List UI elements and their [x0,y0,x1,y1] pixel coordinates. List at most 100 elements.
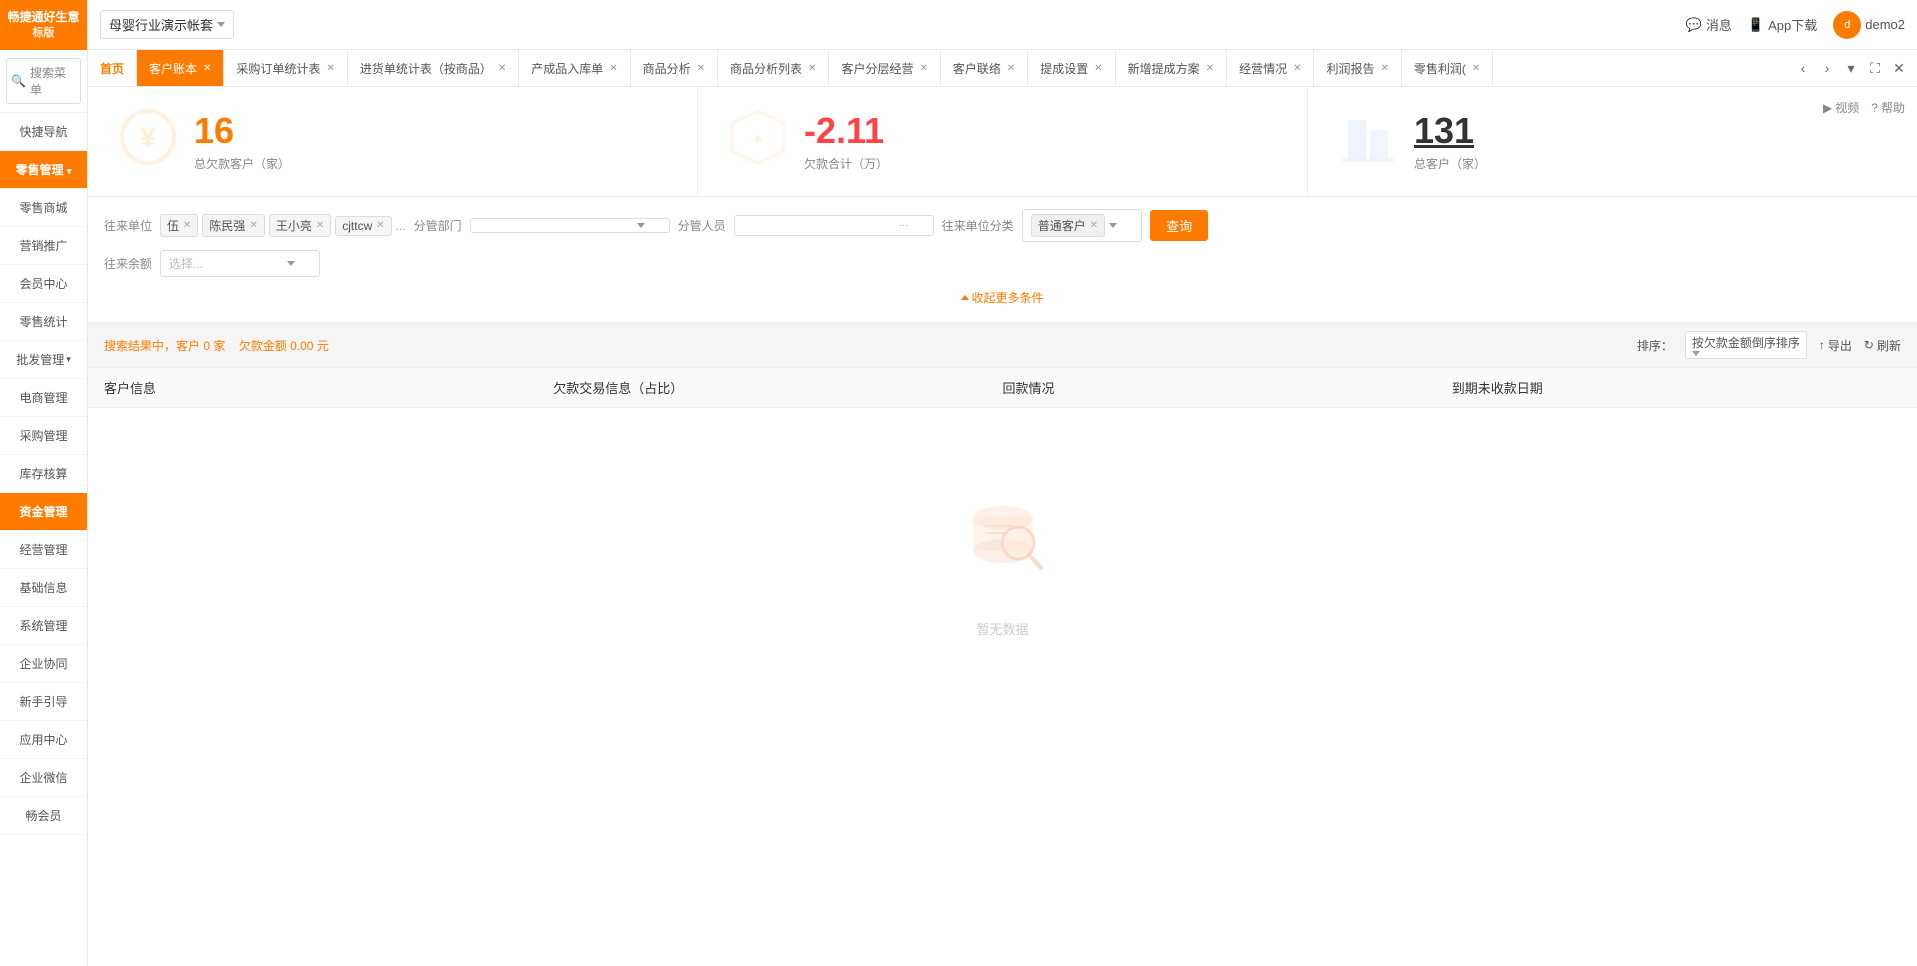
tab-close-all-button[interactable]: ✕ [1889,58,1909,78]
sidebar-item-retail-mall[interactable]: 零售商城 [0,189,87,227]
sidebar-item-enterprise-wx[interactable]: 企业微信 [0,759,87,797]
table-col-arrears-info: 欠款交易信息（占比） [553,378,1002,397]
results-info: 搜索结果中，客户 0 家 欠款金额 0.00 元 [104,337,329,354]
tab-prev-button[interactable]: ‹ [1793,58,1813,78]
tab-customer-segment[interactable]: 客户分层经营 ✕ [829,50,940,86]
tab-close-retail-profit[interactable]: ✕ [1472,63,1480,74]
sidebar-item-capital-mgmt[interactable]: 资金管理 [0,493,87,531]
app-download-button[interactable]: 📱 App下载 [1748,15,1817,34]
category-tag-close[interactable]: ✕ [1090,220,1098,231]
app-logo: 畅捷通好生意 标版 [0,0,87,50]
sidebar-item-sys-mgmt[interactable]: 系统管理 [0,607,87,645]
tab-close-cost-entry[interactable]: ✕ [609,63,617,74]
building-icon [1338,110,1398,173]
tab-home[interactable]: 首页 [88,50,137,86]
filter-tag-close-wu[interactable]: ✕ [183,220,191,231]
tab-cost-entry[interactable]: 产成品入库单 ✕ [519,50,630,86]
sidebar-item-ecommerce-mgmt[interactable]: 电商管理 [0,379,87,417]
tab-close-biz-situation[interactable]: ✕ [1293,63,1301,74]
filter-tag-close-cjttcw[interactable]: ✕ [376,220,384,231]
tab-close-customer-segment[interactable]: ✕ [919,63,927,74]
search-menu-button[interactable]: 🔍 搜索菜单 [6,58,81,104]
sidebar-item-app-center[interactable]: 应用中心 [0,721,87,759]
category-tag-normal[interactable]: 普通客户 ✕ [1031,214,1105,237]
user-avatar-button[interactable]: d demo2 [1833,11,1905,39]
filter-tag-wang[interactable]: 王小亮 ✕ [269,214,331,237]
tab-biz-situation[interactable]: 经营情况 ✕ [1227,50,1314,86]
results-actions: 排序： 按欠款金额倒序排序 ↑ 导出 ↻ 刷新 [1637,331,1901,359]
tab-new-raise-plan[interactable]: 新增提成方案 ✕ [1116,50,1227,86]
tab-close-goods-analysis-list[interactable]: ✕ [808,63,816,74]
sidebar-item-retail-mgmt[interactable]: 零售管理 ▾ [0,151,87,189]
tab-close-raise-setting[interactable]: ✕ [1094,63,1102,74]
sidebar-item-new-guide[interactable]: 新手引导 [0,683,87,721]
svg-text:✦: ✦ [751,132,764,149]
tab-fullscreen-button[interactable]: ⛶ [1865,58,1885,78]
topbar: 母婴行业演示帐套 💬 消息 📱 App下载 d demo2 [88,0,1917,50]
filter-area: 往来单位 伍 ✕ 陈民强 ✕ 王小亮 ✕ [88,197,1917,323]
stat-text-customers: 16 总欠款客户（家） [194,111,290,172]
tab-profit-report[interactable]: 利润报告 ✕ [1314,50,1401,86]
sidebar-item-ops-mgmt[interactable]: 经营管理 [0,531,87,569]
quick-nav-item[interactable]: 快捷导航 [0,113,87,151]
filter-tag-close-wang[interactable]: ✕ [316,220,324,231]
person-filter-select[interactable]: ··· [734,215,934,236]
balance-filter-label: 往来余额 [104,255,152,272]
tab-retail-profit[interactable]: 零售利润( ✕ [1402,50,1493,86]
tab-menu-button[interactable]: ▾ [1841,58,1861,78]
tab-close-customer-capital[interactable]: ✕ [203,63,211,74]
filter-tag-cjttcw[interactable]: cjttcw ✕ [335,216,391,236]
filter-tag-close-chen[interactable]: ✕ [249,220,257,231]
filter-tag-chen[interactable]: 陈民强 ✕ [202,214,264,237]
account-selector[interactable]: 母婴行业演示帐套 [100,10,234,39]
tab-next-button[interactable]: › [1817,58,1837,78]
tab-customer-capital[interactable]: 客户账本 ✕ [137,50,224,86]
stat-card-total-customers: ¥ 16 总欠款客户（家） [88,87,698,196]
filter-tag-wu[interactable]: 伍 ✕ [160,214,198,237]
sidebar-search-area: 🔍 搜索菜单 [0,50,87,113]
results-bar: 搜索结果中，客户 0 家 欠款金额 0.00 元 排序： 按欠款金额倒序排序 [88,323,1917,368]
tab-raise-setting[interactable]: 提成设置 ✕ [1028,50,1115,86]
tab-close-profit-report[interactable]: ✕ [1381,63,1389,74]
topbar-right: 💬 消息 📱 App下载 d demo2 [1686,11,1905,39]
sidebar-item-basic-info[interactable]: 基础信息 [0,569,87,607]
tab-close-new-raise-plan[interactable]: ✕ [1206,63,1214,74]
category-filter-select[interactable]: 普通客户 ✕ [1022,209,1142,242]
tab-goods-stats[interactable]: 进货单统计表（按商品） ✕ [348,50,519,86]
category-chevron-icon [1109,223,1117,228]
sidebar-item-marketing[interactable]: 营销推广 [0,227,87,265]
filter-row-1: 往来单位 伍 ✕ 陈民强 ✕ 王小亮 ✕ [104,209,1901,242]
svg-text:¥: ¥ [140,122,156,153]
tab-close-goods-analysis[interactable]: ✕ [697,63,705,74]
filter-collapse-button[interactable]: 收起更多条件 [961,289,1043,306]
sidebar-item-retail-stats[interactable]: 零售统计 [0,303,87,341]
export-button[interactable]: ↑ 导出 [1819,337,1852,354]
refresh-button[interactable]: ↻ 刷新 [1864,337,1901,354]
stat-number-arrears: -2.11 [804,111,888,151]
tab-goods-analysis-list[interactable]: 商品分析列表 ✕ [718,50,829,86]
sort-select[interactable]: 按欠款金额倒序排序 [1685,331,1807,359]
sidebar-item-member-center[interactable]: 会员中心 [0,265,87,303]
tab-close-purchase-order[interactable]: ✕ [326,63,334,74]
tab-purchase-order-stats[interactable]: 采购订单统计表 ✕ [224,50,347,86]
content-area: ▶ 视频 ? 帮助 ¥ [88,87,1917,966]
dept-filter-select[interactable] [470,218,670,233]
sidebar-item-enterprise-collab[interactable]: 企业协同 [0,645,87,683]
message-button[interactable]: 💬 消息 [1686,15,1732,34]
tab-customer-contact[interactable]: 客户联络 ✕ [941,50,1028,86]
dept-filter-label: 分管部门 [414,217,462,234]
tab-close-customer-contact[interactable]: ✕ [1007,63,1015,74]
filter-more-tags[interactable]: ... [396,219,406,233]
stat-card-total-customers2: 131 总客户（家） [1308,87,1917,196]
sidebar-item-wholesale-mgmt[interactable]: 批发管理 ▾ [0,341,87,379]
search-icon: 🔍 [11,74,26,88]
balance-filter-select[interactable]: 选择... [160,250,320,277]
tab-close-goods-stats[interactable]: ✕ [498,63,506,74]
tab-goods-analysis[interactable]: 商品分析 ✕ [631,50,718,86]
sidebar-item-inventory[interactable]: 库存核算 [0,455,87,493]
filter-row-2: 往来余额 选择... [104,250,1901,277]
stat-card-total-arrears: ✦ -2.11 欠款合计（万） [698,87,1308,196]
sidebar-item-vip-member[interactable]: 畅会员 [0,797,87,835]
query-button[interactable]: 查询 [1150,210,1208,241]
sidebar-item-purchase-mgmt[interactable]: 采购管理 [0,417,87,455]
